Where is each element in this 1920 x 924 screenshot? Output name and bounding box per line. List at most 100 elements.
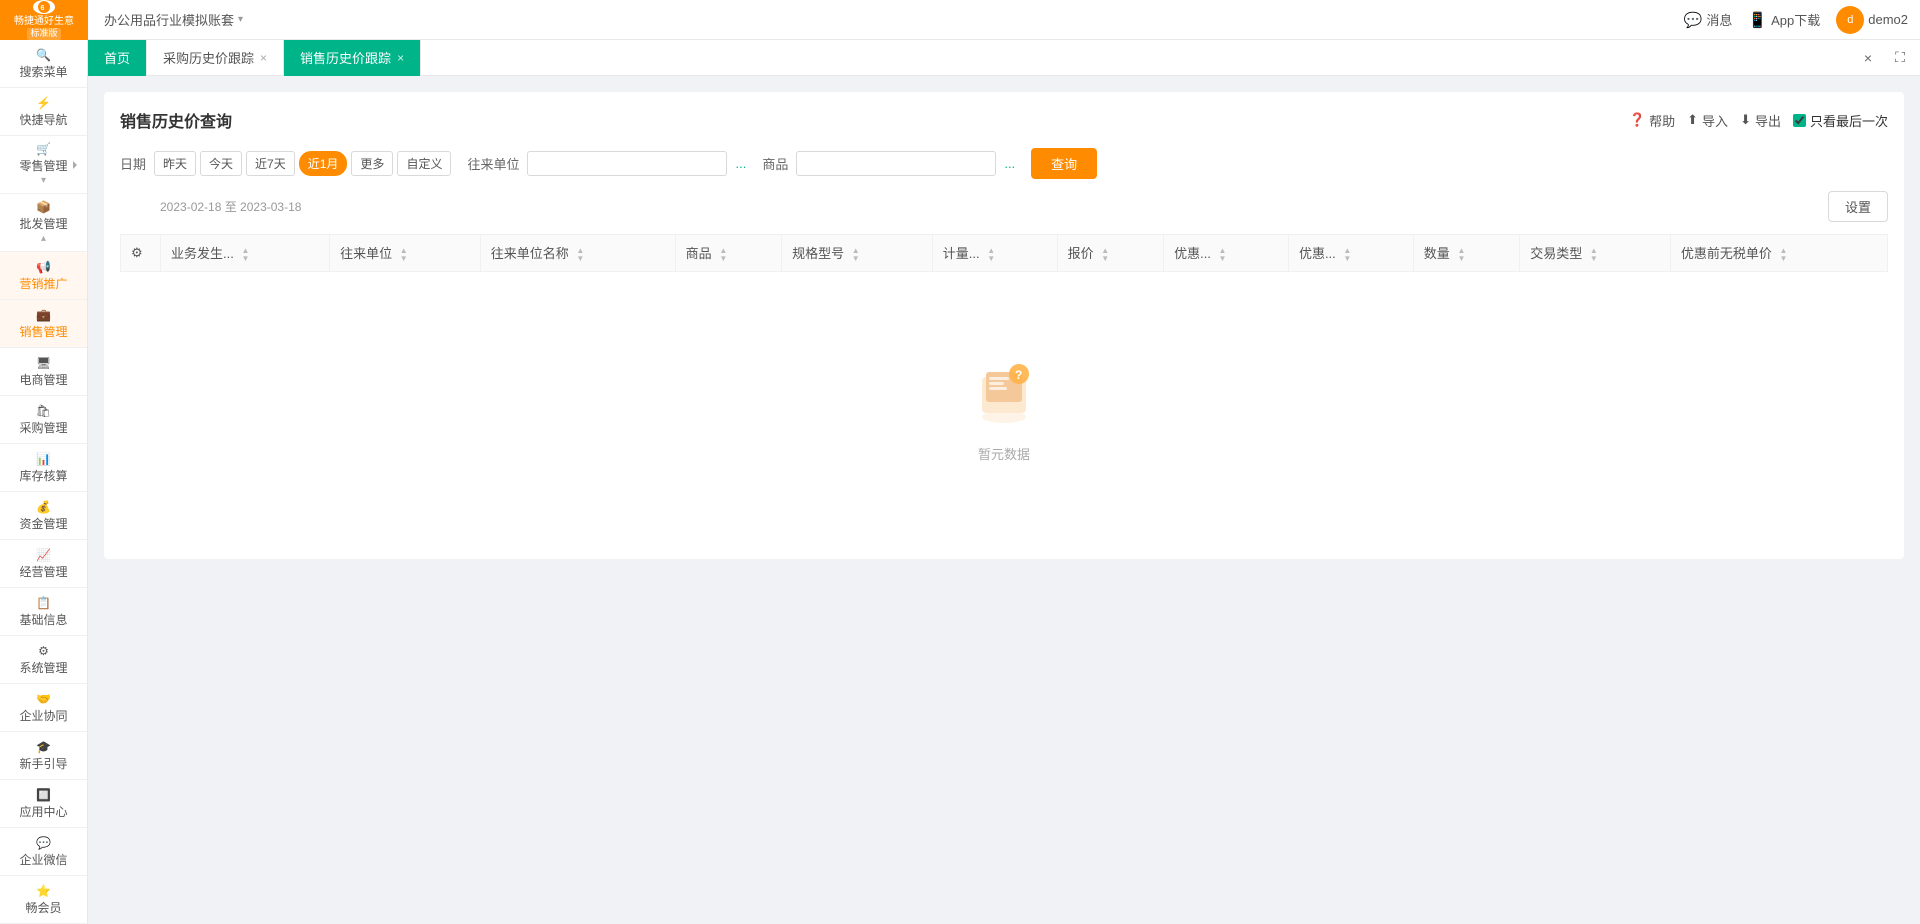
download-icon: 📱 (1748, 11, 1767, 29)
only-last-input[interactable] (1793, 114, 1806, 127)
sidebar-item-quicknav-label: 快捷导航 (19, 112, 67, 129)
sort-icon-partner-code: ▲▼ (400, 247, 408, 263)
product-filter-input[interactable] (796, 151, 996, 176)
workspace-selector[interactable]: 办公用品行业模拟账套 ▾ (96, 6, 251, 33)
message-action[interactable]: 💬 消息 (1684, 10, 1733, 29)
date-btn-yesterday[interactable]: 昨天 (154, 151, 196, 176)
col-price[interactable]: 报价 ▲▼ (1057, 235, 1163, 272)
sidebar-item-sales-label: 销售管理 (19, 324, 67, 341)
sidebar-item-member[interactable]: ⭐ 畅会员 (0, 876, 87, 924)
col-unit[interactable]: 计量... ▲▼ (932, 235, 1057, 272)
logo-tag: 标准版 (27, 28, 60, 40)
tab-close-all-btn[interactable]: × (1856, 46, 1880, 70)
user-action[interactable]: d demo2 (1836, 6, 1908, 34)
logo-icon: 6 (33, 0, 55, 14)
sidebar-item-system-label: 系统管理 (19, 660, 67, 677)
sidebar-item-finance[interactable]: 💰 资金管理 (0, 492, 87, 540)
sidebar-item-inventory[interactable]: 📊 库存核算 (0, 444, 87, 492)
tab-sales-close-btn[interactable]: × (397, 52, 404, 64)
only-last-checkbox[interactable]: 只看最后一次 (1793, 111, 1888, 130)
sidebar-item-app-center-label: 应用中心 (19, 804, 67, 821)
sort-icon-price: ▲▼ (1101, 247, 1109, 263)
partner-filter-label: 往来单位 (467, 154, 519, 173)
sidebar-item-marketing[interactable]: 📢 营销推广 (0, 252, 87, 300)
col-price-label: 报价 (1068, 246, 1094, 261)
collab-icon: 🤝 (36, 691, 51, 708)
sidebar-item-wechat[interactable]: 💬 企业微信 (0, 828, 87, 876)
sidebar-item-collab-label: 企业协同 (19, 708, 67, 725)
sidebar-item-basic-info[interactable]: 📋 基础信息 (0, 588, 87, 636)
col-discount-amount[interactable]: 优惠... ▲▼ (1288, 235, 1413, 272)
data-table: ⚙ 业务发生... ▲▼ 往来单位 ▲▼ 往来单位 (120, 234, 1888, 272)
date-btn-today[interactable]: 今天 (200, 151, 242, 176)
sort-icon-spec: ▲▼ (852, 247, 860, 263)
date-btn-1month[interactable]: 近1月 (299, 151, 348, 176)
col-biz-date[interactable]: 业务发生... ▲▼ (161, 235, 330, 272)
wechat-icon: 💬 (36, 835, 51, 852)
tab-actions: × ⛶ (1856, 46, 1920, 70)
sort-icon-quantity: ▲▼ (1457, 247, 1465, 263)
partner-dots[interactable]: ... (735, 156, 746, 171)
wholesale-arrow-icon: ▴ (41, 232, 46, 246)
nav-icon: ⚡ (36, 95, 51, 112)
app-download-label: App下载 (1771, 10, 1820, 29)
col-product[interactable]: 商品 ▲▼ (675, 235, 781, 272)
tab-sales-history[interactable]: 销售历史价跟踪 × (284, 40, 421, 76)
filter-row-2: 2023-02-18 至 2023-03-18 设置 (120, 191, 1888, 222)
tab-purchase-history[interactable]: 采购历史价跟踪 × (147, 40, 284, 76)
sidebar-item-wholesale[interactable]: 📦 批发管理 ▴ (0, 194, 87, 252)
product-dots[interactable]: ... (1004, 156, 1015, 171)
col-spec[interactable]: 规格型号 ▲▼ (782, 235, 933, 272)
sidebar-item-system[interactable]: ⚙ 系统管理 (0, 636, 87, 684)
partner-filter-input[interactable] (527, 151, 727, 176)
help-action[interactable]: ❓ 帮助 (1629, 111, 1675, 130)
col-spec-label: 规格型号 (792, 246, 844, 261)
sidebar-item-retail[interactable]: 🛒 零售管理 ▾ (0, 136, 87, 194)
header-left: 6 畅捷通好生意 标准版 办公用品行业模拟账套 ▾ (0, 0, 251, 40)
col-partner-name[interactable]: 往来单位名称 ▲▼ (480, 235, 675, 272)
sidebar-item-ecommerce-label: 电商管理 (19, 372, 67, 389)
col-quantity[interactable]: 数量 ▲▼ (1413, 235, 1519, 272)
sidebar-item-purchase[interactable]: 🛍 采购管理 (0, 396, 87, 444)
sidebar-item-operation[interactable]: 📈 经营管理 (0, 540, 87, 588)
import-action[interactable]: ⬆ 导入 (1687, 111, 1728, 130)
tab-home[interactable]: 首页 (88, 40, 147, 76)
username-label: demo2 (1868, 12, 1908, 27)
settings-button[interactable]: 设置 (1828, 191, 1888, 222)
col-partner-code[interactable]: 往来单位 ▲▼ (330, 235, 481, 272)
date-filter-label: 日期 (120, 154, 146, 173)
col-quantity-label: 数量 (1424, 246, 1450, 261)
date-btn-7days[interactable]: 近7天 (246, 151, 295, 176)
header-right: 💬 消息 📱 App下载 d demo2 (1684, 6, 1908, 34)
date-btn-custom[interactable]: 自定义 (397, 151, 451, 176)
date-range-text: 2023-02-18 至 2023-03-18 (160, 198, 301, 215)
sidebar-item-operation-label: 经营管理 (19, 564, 67, 581)
partner-filter-group: 往来单位 ... (467, 151, 746, 176)
tab-purchase-close-btn[interactable]: × (260, 52, 267, 64)
system-icon: ⚙ (38, 643, 49, 660)
finance-icon: 💰 (36, 499, 51, 516)
sidebar-item-search[interactable]: 🔍 搜索菜单 (0, 40, 87, 88)
sidebar-item-collab[interactable]: 🤝 企业协同 (0, 684, 87, 732)
col-pre-tax-price[interactable]: 优惠前无税单价 ▲▼ (1670, 235, 1887, 272)
query-button[interactable]: 查询 (1031, 148, 1097, 179)
sidebar-item-ecommerce[interactable]: 🖥 电商管理 (0, 348, 87, 396)
tab-fullscreen-btn[interactable]: ⛶ (1888, 46, 1912, 70)
export-action[interactable]: ⬇ 导出 (1740, 111, 1781, 130)
date-btn-more[interactable]: 更多 (351, 151, 393, 176)
col-discount-rate[interactable]: 优惠... ▲▼ (1164, 235, 1289, 272)
sidebar: 🔍 搜索菜单 ⚡ 快捷导航 🛒 零售管理 ▾ 📦 批发管理 ▴ 📢 营销推广 💼… (0, 40, 88, 924)
import-icon: ⬆ (1687, 112, 1698, 128)
help-label: 帮助 (1649, 111, 1675, 130)
sidebar-item-quicknav[interactable]: ⚡ 快捷导航 (0, 88, 87, 136)
tab-purchase-history-label: 采购历史价跟踪 (163, 48, 254, 67)
sidebar-item-sales[interactable]: 💼 销售管理 (0, 300, 87, 348)
page-card: 销售历史价查询 ❓ 帮助 ⬆ 导入 ⬇ 导出 (104, 92, 1904, 559)
workspace-name: 办公用品行业模拟账套 (104, 10, 234, 29)
sidebar-item-app-center[interactable]: 🔲 应用中心 (0, 780, 87, 828)
page-title-bar: 销售历史价查询 ❓ 帮助 ⬆ 导入 ⬇ 导出 (120, 108, 1888, 132)
app-download-action[interactable]: 📱 App下载 (1748, 10, 1820, 29)
product-filter-label: 商品 (762, 154, 788, 173)
sidebar-item-guide[interactable]: 🎓 新手引导 (0, 732, 87, 780)
col-trade-type[interactable]: 交易类型 ▲▼ (1520, 235, 1671, 272)
